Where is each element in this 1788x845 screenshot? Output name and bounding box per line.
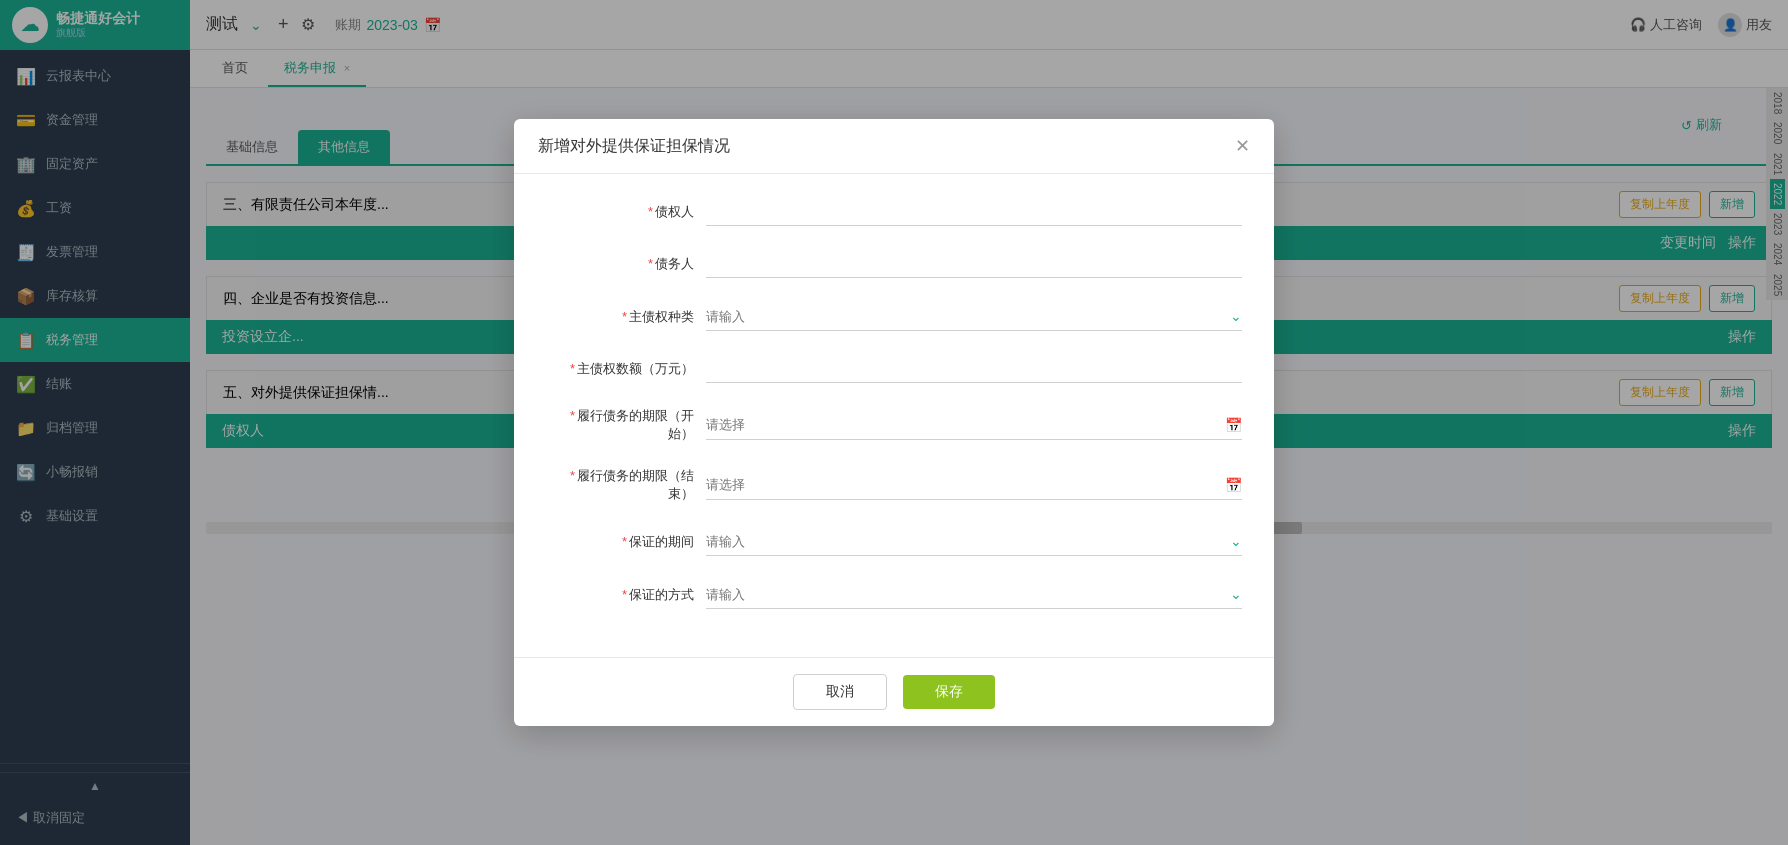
form-row-debt-amount: *主债权数额（万元） [546, 355, 1242, 383]
required-mark: * [622, 309, 627, 324]
required-mark: * [648, 204, 653, 219]
debtor-input[interactable] [706, 250, 1242, 278]
guarantee-method-input[interactable] [706, 587, 1230, 602]
cancel-button[interactable]: 取消 [793, 674, 887, 710]
form-row-debtor: *债务人 [546, 250, 1242, 278]
modal-header: 新增对外提供保证担保情况 ✕ [514, 119, 1274, 174]
form-row-guarantee-period: *保证的期间 ⌄ [546, 527, 1242, 556]
period-end-date[interactable]: 📅 [706, 471, 1242, 500]
chevron-down-icon3[interactable]: ⌄ [1230, 586, 1242, 602]
period-end-label: *履行债务的期限（结束） [546, 467, 706, 503]
modal-footer: 取消 保存 [514, 657, 1274, 726]
chevron-down-icon2[interactable]: ⌄ [1230, 533, 1242, 549]
guarantee-method-select[interactable]: ⌄ [706, 580, 1242, 609]
required-mark: * [622, 534, 627, 549]
period-start-label: *履行债务的期限（开始） [546, 407, 706, 443]
guarantee-period-select[interactable]: ⌄ [706, 527, 1242, 556]
modal-overlay[interactable]: 新增对外提供保证担保情况 ✕ *债权人 *债务人 *主债权种类 [0, 0, 1788, 845]
modal-body: *债权人 *债务人 *主债权种类 ⌄ [514, 174, 1274, 657]
modal-title: 新增对外提供保证担保情况 [538, 136, 730, 157]
form-row-creditor: *债权人 [546, 198, 1242, 226]
chevron-down-icon[interactable]: ⌄ [1230, 308, 1242, 324]
debt-type-select[interactable]: ⌄ [706, 302, 1242, 331]
creditor-label: *债权人 [546, 203, 706, 221]
guarantee-period-label: *保证的期间 [546, 533, 706, 551]
guarantee-method-label: *保证的方式 [546, 586, 706, 604]
form-row-debt-type: *主债权种类 ⌄ [546, 302, 1242, 331]
period-start-date[interactable]: 📅 [706, 411, 1242, 440]
debt-amount-input[interactable] [706, 355, 1242, 383]
form-row-period-start: *履行债务的期限（开始） 📅 [546, 407, 1242, 443]
modal-close-button[interactable]: ✕ [1235, 135, 1250, 157]
required-mark: * [622, 587, 627, 602]
debtor-label: *债务人 [546, 255, 706, 273]
required-mark: * [570, 408, 575, 423]
form-row-period-end: *履行债务的期限（结束） 📅 [546, 467, 1242, 503]
required-mark: * [570, 361, 575, 376]
debt-type-input[interactable] [706, 309, 1230, 324]
save-button[interactable]: 保存 [903, 675, 995, 709]
debt-type-label: *主债权种类 [546, 308, 706, 326]
calendar-start-icon[interactable]: 📅 [1225, 417, 1242, 433]
calendar-end-icon[interactable]: 📅 [1225, 477, 1242, 493]
period-start-input[interactable] [706, 417, 1225, 432]
debt-amount-label: *主债权数额（万元） [546, 360, 706, 378]
required-mark: * [648, 256, 653, 271]
form-row-guarantee-method: *保证的方式 ⌄ [546, 580, 1242, 609]
modal: 新增对外提供保证担保情况 ✕ *债权人 *债务人 *主债权种类 [514, 119, 1274, 726]
required-mark: * [570, 468, 575, 483]
guarantee-period-input[interactable] [706, 534, 1230, 549]
creditor-input[interactable] [706, 198, 1242, 226]
period-end-input[interactable] [706, 477, 1225, 492]
